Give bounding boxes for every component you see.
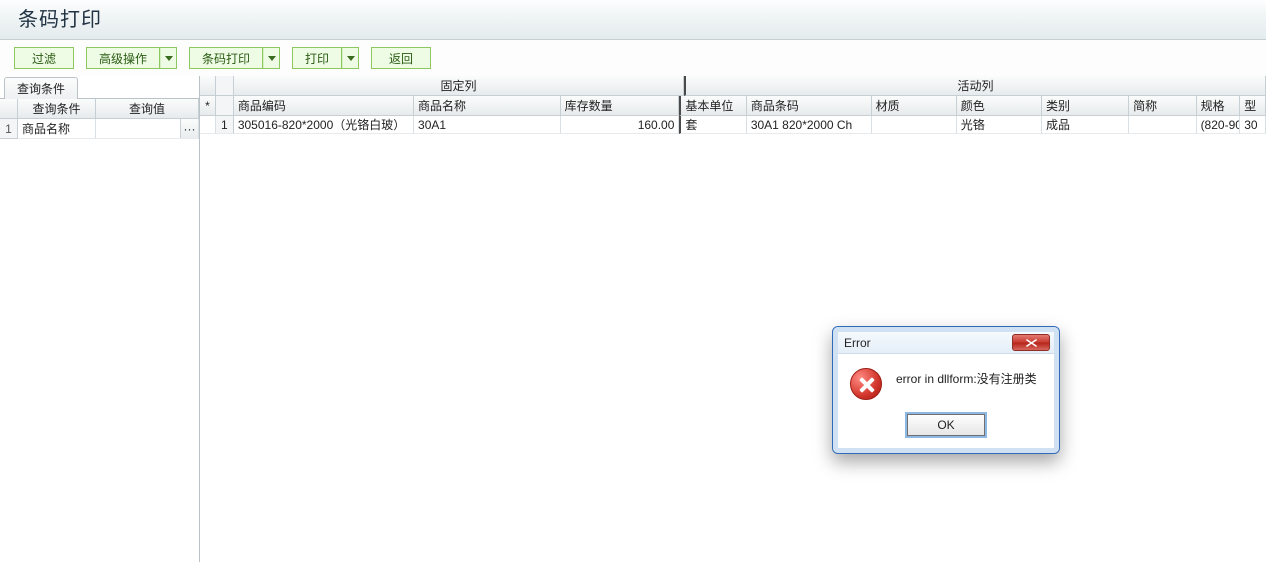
sidebar-tab[interactable]: 查询条件	[4, 77, 78, 99]
print-label: 打印	[293, 48, 342, 68]
print-button[interactable]: 打印	[292, 47, 359, 69]
cell-code: 305016-820*2000（光铬白玻）	[234, 116, 414, 134]
dialog-titlebar[interactable]: Error	[838, 332, 1054, 354]
sidebar-rownum-header	[0, 99, 18, 119]
barcode-print-button[interactable]: 条码打印	[189, 47, 280, 69]
cell-barcode: 30A1 820*2000 Ch	[747, 116, 872, 134]
table-row[interactable]: 1 305016-820*2000（光铬白玻） 30A1 160.00 套 30…	[200, 116, 1266, 134]
cell-shortname	[1129, 116, 1196, 134]
col-barcode[interactable]: 商品条码	[747, 96, 872, 116]
col-rownum	[216, 76, 234, 96]
sidebar: 查询条件 查询条件 查询值 1 商品名称 ···	[0, 76, 200, 562]
col-color[interactable]: 颜色	[957, 96, 1042, 116]
advanced-label: 高级操作	[87, 48, 160, 68]
ok-button[interactable]: OK	[907, 414, 985, 436]
col-shortname[interactable]: 简称	[1129, 96, 1196, 116]
cell-category: 成品	[1042, 116, 1129, 134]
sidebar-val-header: 查询值	[96, 99, 199, 119]
group-fixed: 固定列	[234, 76, 684, 96]
col-qty[interactable]: 库存数量	[561, 96, 680, 116]
sidebar-row[interactable]: 1 商品名称 ···	[0, 119, 199, 139]
cell-cut: 30	[1240, 116, 1266, 134]
col-rownum[interactable]	[216, 96, 234, 116]
cell-color: 光铬	[957, 116, 1042, 134]
window-title: 条码打印	[0, 0, 1266, 40]
barcode-print-label: 条码打印	[190, 48, 263, 68]
error-icon	[850, 368, 882, 400]
cell-rownum: 1	[216, 116, 234, 134]
filter-button[interactable]: 过滤	[14, 47, 74, 69]
dialog-title: Error	[844, 336, 871, 350]
col-material[interactable]: 材质	[872, 96, 957, 116]
dialog-message: error in dllform:没有注册类	[896, 368, 1037, 400]
chevron-down-icon[interactable]	[342, 48, 358, 68]
col-cut[interactable]: 型	[1240, 96, 1266, 116]
toolbar: 过滤 高级操作 条码打印 打印 返回	[0, 40, 1266, 76]
group-active: 活动列	[684, 76, 1266, 96]
col-mark[interactable]: *	[200, 96, 216, 116]
sidebar-cond-cell: 商品名称	[18, 119, 96, 139]
col-category[interactable]: 类别	[1042, 96, 1129, 116]
back-button[interactable]: 返回	[371, 47, 431, 69]
ellipsis-button[interactable]: ···	[180, 119, 198, 138]
sidebar-cond-header: 查询条件	[18, 99, 96, 119]
cell-material	[872, 116, 957, 134]
col-code[interactable]: 商品编码	[234, 96, 414, 116]
chevron-down-icon[interactable]	[160, 48, 176, 68]
close-button[interactable]	[1012, 334, 1050, 351]
sidebar-rownum: 1	[0, 119, 18, 139]
sidebar-val-cell[interactable]: ···	[96, 119, 199, 139]
cell-name: 30A1	[414, 116, 561, 134]
error-dialog: Error error in dllform:没有注册类 OK	[832, 326, 1060, 454]
col-name[interactable]: 商品名称	[414, 96, 561, 116]
main-grid: 固定列 活动列 * 商品编码 商品名称 库存数量 基本单位 商品条码 材质 颜色…	[200, 76, 1266, 562]
col-spec[interactable]: 规格	[1197, 96, 1241, 116]
chevron-down-icon[interactable]	[263, 48, 279, 68]
cell-qty: 160.00	[561, 116, 680, 134]
col-unit[interactable]: 基本单位	[679, 96, 746, 116]
cell-mark	[200, 116, 216, 134]
advanced-button[interactable]: 高级操作	[86, 47, 177, 69]
cell-spec: (820-90	[1197, 116, 1241, 134]
cell-unit: 套	[679, 116, 746, 134]
close-icon	[1026, 339, 1037, 347]
col-mark	[200, 76, 216, 96]
